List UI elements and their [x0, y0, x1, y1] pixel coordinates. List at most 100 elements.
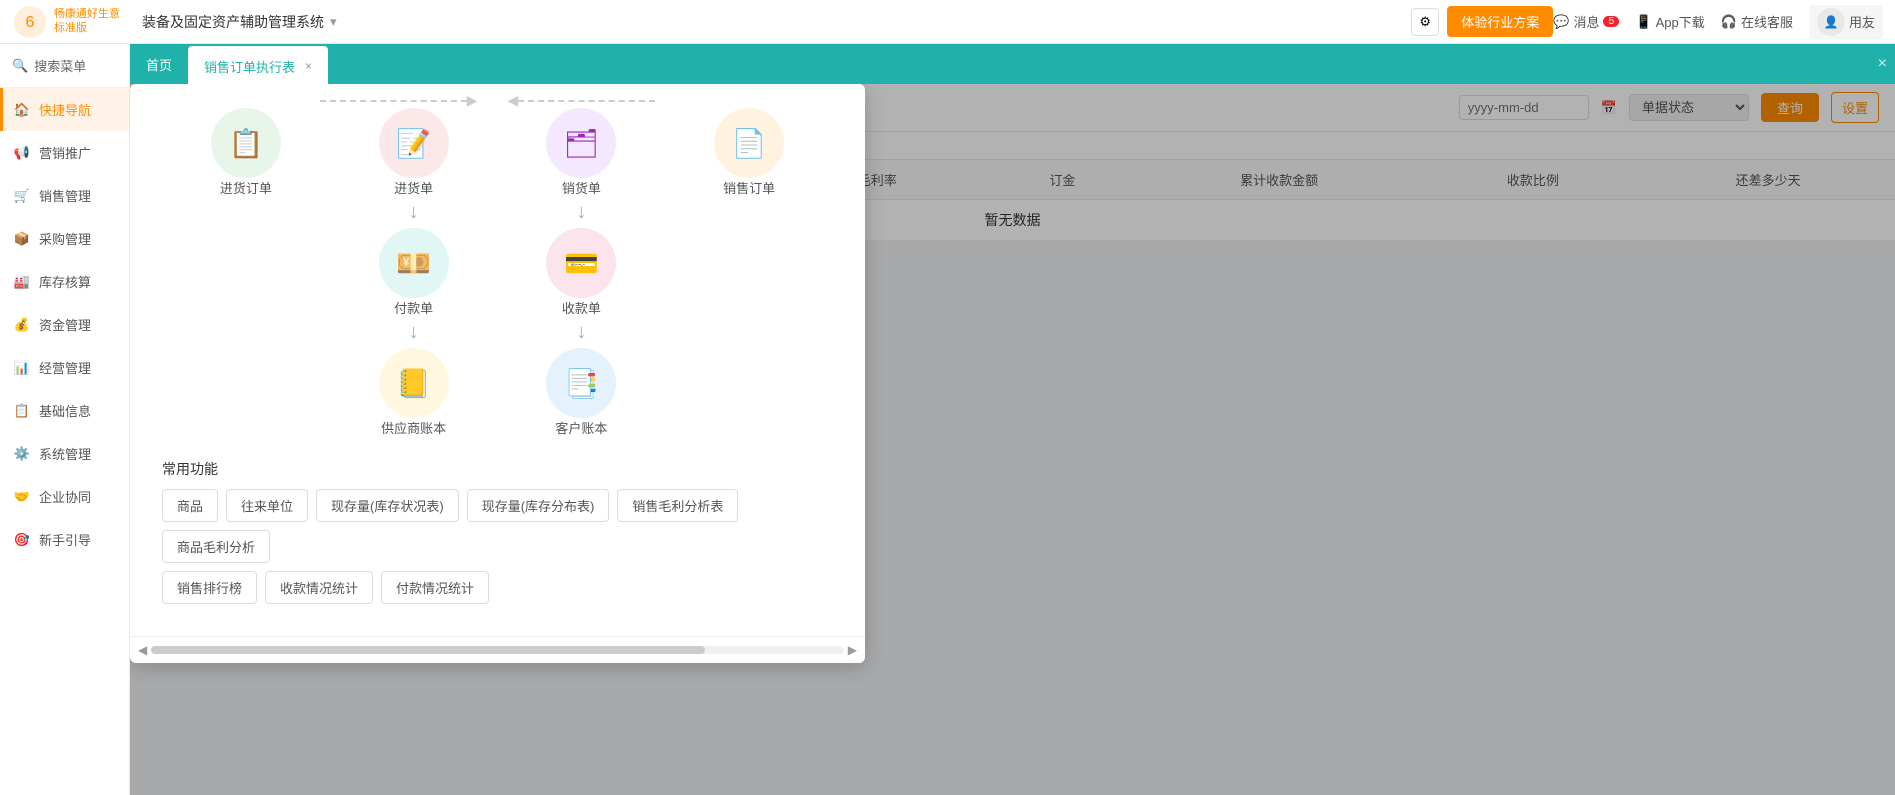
- tab-bar: 首页 销售订单执行表 × ×: [130, 44, 1895, 84]
- payment-icon: 💴: [379, 228, 449, 298]
- finance-icon: 💰: [13, 316, 31, 334]
- sales-bill-icon: 🗂: [546, 108, 616, 178]
- sidebar-item-label: 营销推广: [39, 143, 91, 162]
- content-area: 首页 销售订单执行表 × × ❓ 帮助 🖨 按: [130, 44, 1895, 795]
- home-icon: 🏠: [13, 101, 31, 119]
- common-buttons-row1: 商品 往来单位 现存量(库存状况表) 现存量(库存分布表) 销售毛利分析表 商品…: [162, 489, 833, 563]
- arrow-down-purchase: ↓: [409, 201, 419, 224]
- sidebar-item-purchase[interactable]: 📦 采购管理: [0, 217, 129, 260]
- top-right-actions: 💬 消息 5 📱 App下载 🎧 在线客服 👤 用友: [1553, 5, 1883, 39]
- receipt-label: 收款单: [562, 298, 601, 317]
- empty-col4-row5: [665, 348, 833, 437]
- arrow-col3-row2: ↓: [498, 197, 666, 228]
- sales-order-label: 销售订单: [723, 178, 775, 197]
- flow-node-sales-bill[interactable]: 🗂 销货单: [498, 108, 666, 197]
- sidebar-item-sales[interactable]: 🛒 销售管理: [0, 174, 129, 217]
- sidebar-nav: 🏠 快捷导航 📢 营销推广 🛒 销售管理 📦 采购管理 🏭 库存核: [0, 88, 129, 795]
- arrow-h-4-3: ◀: [508, 92, 656, 109]
- btn-product-profit[interactable]: 商品毛利分析: [162, 530, 270, 563]
- sidebar-item-marketing[interactable]: 📢 营销推广: [0, 131, 129, 174]
- sidebar-item-quick-nav[interactable]: 🏠 快捷导航: [0, 88, 129, 131]
- modal-scrollbar: ◀ ▶: [130, 636, 865, 663]
- sidebar-item-guide[interactable]: 🎯 新手引导: [0, 518, 129, 561]
- tab-sales-order[interactable]: 销售订单执行表 ×: [188, 46, 328, 86]
- arrow-down-receipt: ↓: [576, 321, 586, 344]
- purchase-order-label: 进货订单: [220, 178, 272, 197]
- sidebar-item-label: 系统管理: [39, 444, 91, 463]
- arrow-col1-row2: [162, 197, 330, 228]
- logo-area: 6 畅康通好生意 标准版: [12, 4, 142, 40]
- scroll-thumb: [151, 646, 705, 654]
- supplier-ledger-label: 供应商账本: [381, 418, 446, 437]
- btn-payment-stats[interactable]: 付款情况统计: [381, 571, 489, 604]
- sidebar-item-inventory[interactable]: 🏭 库存核算: [0, 260, 129, 303]
- sidebar-item-operations[interactable]: 📊 经营管理: [0, 346, 129, 389]
- scroll-track[interactable]: [151, 646, 844, 654]
- modal-box: 📋 进货订单 📝 进货单 🗂 销货单: [130, 84, 865, 663]
- sidebar-item-label: 企业协同: [39, 487, 91, 506]
- guide-icon: 🎯: [13, 531, 31, 549]
- logo-text: 畅康通好生意 标准版: [54, 8, 120, 34]
- btn-partner[interactable]: 往来单位: [226, 489, 308, 522]
- arrow-down-sales: ↓: [576, 201, 586, 224]
- trial-button[interactable]: 体验行业方案: [1447, 6, 1553, 37]
- flow-node-receipt[interactable]: 💳 收款单: [498, 228, 666, 317]
- app-download-button[interactable]: 📱 App下载: [1635, 12, 1704, 31]
- settings-icon[interactable]: ⚙: [1411, 8, 1439, 36]
- service-icon: 🎧: [1721, 14, 1737, 30]
- inventory-icon: 🏭: [13, 273, 31, 291]
- search-icon: 🔍: [12, 58, 28, 74]
- collab-icon: 🤝: [13, 488, 31, 506]
- btn-product[interactable]: 商品: [162, 489, 218, 522]
- user-tag[interactable]: 👤 用友: [1809, 5, 1883, 39]
- customer-ledger-label: 客户账本: [555, 418, 607, 437]
- arrow-col2-row2: ↓: [330, 197, 498, 228]
- btn-sales-rank[interactable]: 销售排行榜: [162, 571, 257, 604]
- page-content: ❓ 帮助 🖨 按模板打印 ▾ ⬆ 导出 🔄 刷新: [130, 84, 1895, 795]
- tab-close-icon[interactable]: ×: [305, 59, 312, 73]
- svg-text:6: 6: [26, 14, 35, 31]
- system-name: 装备及固定资产辅助管理系统: [142, 12, 324, 32]
- receipt-icon: 💳: [546, 228, 616, 298]
- btn-receipt-stats[interactable]: 收款情况统计: [265, 571, 373, 604]
- sidebar-item-basic-info[interactable]: 📋 基础信息: [0, 389, 129, 432]
- common-buttons-row2: 销售排行榜 收款情况统计 付款情况统计: [162, 571, 833, 604]
- message-icon: 💬: [1553, 14, 1569, 30]
- flow-node-purchase-bill[interactable]: 📝 进货单: [330, 108, 498, 197]
- sidebar-item-label: 基础信息: [39, 401, 91, 420]
- search-menu-button[interactable]: 🔍 搜索菜单: [8, 52, 121, 79]
- sidebar-item-label: 采购管理: [39, 229, 91, 248]
- message-button[interactable]: 💬 消息 5: [1553, 12, 1619, 31]
- purchase-icon: 📦: [13, 230, 31, 248]
- sidebar-item-system[interactable]: ⚙️ 系统管理: [0, 432, 129, 475]
- sidebar-item-finance[interactable]: 💰 资金管理: [0, 303, 129, 346]
- sidebar-item-collab[interactable]: 🤝 企业协同: [0, 475, 129, 518]
- scroll-left-icon[interactable]: ◀: [138, 643, 147, 657]
- marketing-icon: 📢: [13, 144, 31, 162]
- flow-node-payment[interactable]: 💴 付款单: [330, 228, 498, 317]
- sidebar-item-label: 经营管理: [39, 358, 91, 377]
- flow-node-customer-ledger[interactable]: 📑 客户账本: [498, 348, 666, 437]
- arrow-h-1-2: ▶: [320, 92, 478, 109]
- operations-icon: 📊: [13, 359, 31, 377]
- sidebar-search[interactable]: 🔍 搜索菜单: [0, 44, 129, 88]
- sales-bill-label: 销货单: [562, 178, 601, 197]
- modal-overlay: 📋 进货订单 📝 进货单 🗂 销货单: [130, 84, 1895, 795]
- btn-stock-status[interactable]: 现存量(库存状况表): [316, 489, 459, 522]
- sidebar-item-label: 销售管理: [39, 186, 91, 205]
- empty-col1-row4: [162, 317, 330, 348]
- common-functions-title: 常用功能: [162, 459, 833, 479]
- flow-node-sales-order[interactable]: 📄 销售订单: [665, 108, 833, 197]
- btn-sales-profit[interactable]: 销售毛利分析表: [617, 489, 738, 522]
- scroll-right-icon[interactable]: ▶: [848, 643, 857, 657]
- flow-node-supplier-ledger[interactable]: 📒 供应商账本: [330, 348, 498, 437]
- tab-bar-close-icon[interactable]: ×: [1878, 55, 1887, 73]
- dropdown-icon[interactable]: ▾: [330, 14, 337, 30]
- flow-node-purchase-order[interactable]: 📋 进货订单: [162, 108, 330, 197]
- online-service-button[interactable]: 🎧 在线客服: [1721, 12, 1793, 31]
- tab-home[interactable]: 首页: [130, 44, 188, 84]
- btn-stock-dist[interactable]: 现存量(库存分布表): [467, 489, 610, 522]
- basic-info-icon: 📋: [13, 402, 31, 420]
- arrow-down-payment: ↓: [409, 321, 419, 344]
- system-title: 装备及固定资产辅助管理系统 ▾: [142, 12, 1407, 32]
